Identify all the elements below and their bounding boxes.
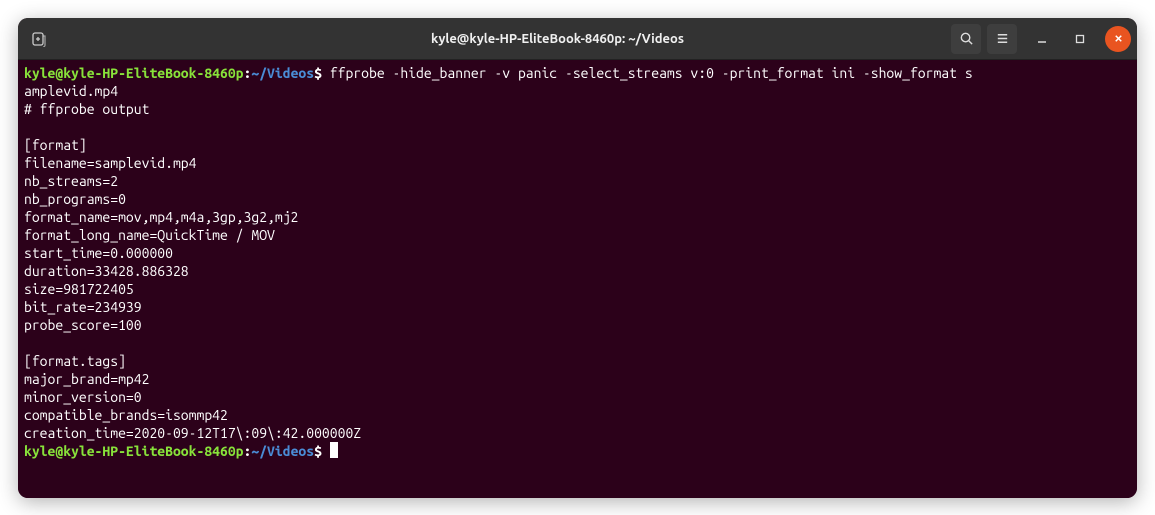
search-icon <box>959 31 974 46</box>
prompt-path: ~/Videos <box>251 443 314 459</box>
output-line: bit_rate=234939 <box>24 299 142 315</box>
output-line: start_time=0.000000 <box>24 245 173 261</box>
output-line: nb_streams=2 <box>24 173 118 189</box>
prompt-sep-dollar: $ <box>314 65 322 81</box>
output-line: duration=33428.886328 <box>24 263 189 279</box>
command-line-wrap: amplevid.mp4 <box>24 83 118 99</box>
cursor <box>330 442 338 458</box>
new-tab-button[interactable] <box>24 24 54 54</box>
prompt-sep-dollar: $ <box>314 443 322 459</box>
prompt-path: ~/Videos <box>251 65 314 81</box>
maximize-icon <box>1074 33 1086 45</box>
output-line: [format.tags] <box>24 353 126 369</box>
minimize-icon <box>1036 33 1048 45</box>
new-tab-icon <box>31 31 47 47</box>
minimize-button[interactable] <box>1029 26 1055 52</box>
output-line: format_long_name=QuickTime / MOV <box>24 227 275 243</box>
window-title: kyle@kyle-HP-EliteBook-8460p: ~/Videos <box>184 32 931 46</box>
output-line: major_brand=mp42 <box>24 371 149 387</box>
output-line: filename=samplevid.mp4 <box>24 155 196 171</box>
close-button[interactable] <box>1105 26 1131 52</box>
hamburger-icon <box>995 31 1010 46</box>
output-line: minor_version=0 <box>24 389 142 405</box>
output-line: format_name=mov,mp4,m4a,3gp,3g2,mj2 <box>24 209 298 225</box>
output-line: # ffprobe output <box>24 101 149 117</box>
close-icon <box>1113 33 1124 44</box>
output-line: size=981722405 <box>24 281 134 297</box>
maximize-button[interactable] <box>1067 26 1093 52</box>
output-line: creation_time=2020-09-12T17\:09\:42.0000… <box>24 425 361 441</box>
output-line: probe_score=100 <box>24 317 142 333</box>
terminal-content[interactable]: kyle@kyle-HP-EliteBook-8460p:~/Videos$ f… <box>18 60 1137 498</box>
prompt-user-host: kyle@kyle-HP-EliteBook-8460p <box>24 65 244 81</box>
menu-button[interactable] <box>987 24 1017 54</box>
output-line: [format] <box>24 137 87 153</box>
terminal-window: kyle@kyle-HP-EliteBook-8460p: ~/Videos <box>18 18 1137 498</box>
search-button[interactable] <box>951 24 981 54</box>
prompt-user-host: kyle@kyle-HP-EliteBook-8460p <box>24 443 244 459</box>
titlebar: kyle@kyle-HP-EliteBook-8460p: ~/Videos <box>18 18 1137 60</box>
output-line: compatible_brands=isommp42 <box>24 407 228 423</box>
output-line: nb_programs=0 <box>24 191 126 207</box>
command-line: ffprobe -hide_banner -v panic -select_st… <box>322 65 973 81</box>
